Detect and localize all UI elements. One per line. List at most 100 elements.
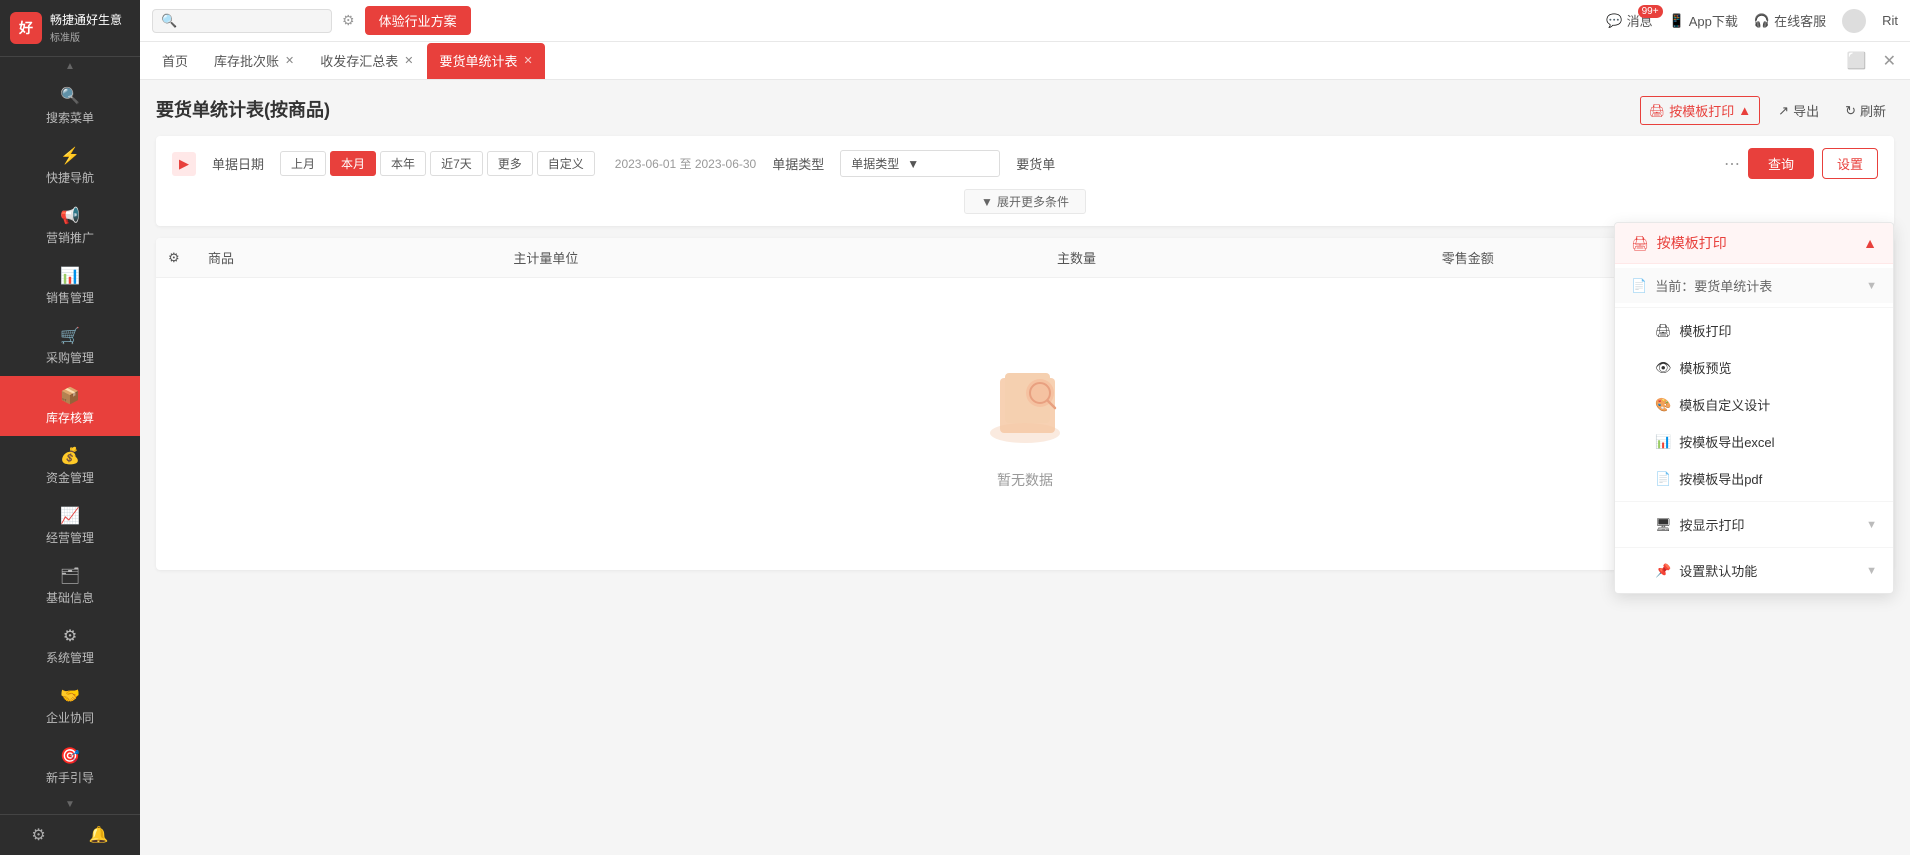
topbar-search-box[interactable]: 🔍	[152, 9, 332, 33]
tab-home[interactable]: 首页	[150, 43, 200, 79]
sidebar-item-guide[interactable]: 🎯 新手引导	[0, 736, 140, 795]
message-icon: 💬	[1606, 13, 1622, 29]
tab-collection-summary[interactable]: 收发存汇总表 ✕	[308, 43, 425, 79]
finance-icon: 💰	[60, 446, 80, 466]
display-print-label: 按显示打印	[1680, 515, 1745, 534]
tab-collection-summary-label: 收发存汇总表	[320, 51, 398, 70]
template-print-icon: 🖨	[1655, 323, 1672, 339]
order-type-chevron: ▼	[907, 157, 919, 171]
date-btn-this-month[interactable]: 本月	[330, 151, 376, 176]
export-excel-left: 📊 按模板导出excel	[1655, 432, 1775, 451]
download-icon: 📱	[1669, 13, 1685, 29]
tab-order-stats[interactable]: 要货单统计表 ✕	[427, 43, 544, 79]
dropdown-current-template[interactable]: 📄 当前：要货单统计表 ▼	[1615, 268, 1893, 303]
dropdown-display-print[interactable]: 🖥 按显示打印 ▼	[1615, 506, 1893, 543]
export-btn[interactable]: ↗ 导出	[1770, 97, 1827, 124]
template-preview-label: 模板预览	[1680, 358, 1732, 377]
date-btn-more[interactable]: 更多	[487, 151, 533, 176]
user-avatar[interactable]	[1842, 9, 1866, 33]
filter-setting-btn[interactable]: 设置	[1822, 148, 1878, 179]
template-print-left: 🖨 模板打印	[1655, 321, 1732, 340]
sound-footer-icon[interactable]: 🔔	[89, 825, 109, 845]
sidebar-item-collab[interactable]: 🤝 企业协同	[0, 676, 140, 736]
col-settings-gear-icon[interactable]: ⚙	[168, 250, 180, 265]
topbar-search-input[interactable]	[182, 14, 302, 28]
sidebar-item-label-quicknav: 快捷导航	[46, 169, 94, 186]
printer-icon: 🖨	[1649, 103, 1666, 119]
template-preview-icon: 👁	[1655, 360, 1672, 376]
tab-bar: 首页 库存批次账 ✕ 收发存汇总表 ✕ 要货单统计表 ✕ ⬜ ✕	[140, 42, 1910, 80]
sidebar-item-purchase[interactable]: 🛒 采购管理	[0, 316, 140, 376]
sidebar-item-marketing[interactable]: 📢 营销推广	[0, 196, 140, 256]
dropdown-template-design[interactable]: 🎨 模板自定义设计	[1615, 386, 1893, 423]
main-content: 🔍 ⚙ 体验行业方案 💬 消息 99+ 📱 App下载 🎧 在线客服 Rit	[140, 0, 1910, 855]
tab-collection-summary-close[interactable]: ✕	[404, 54, 413, 67]
sales-icon: 📊	[60, 266, 80, 286]
purchase-icon: 🛒	[60, 326, 80, 346]
quick-nav-icon: ⚡	[60, 146, 80, 166]
collab-icon: 🤝	[60, 686, 80, 706]
online-service-btn[interactable]: 🎧 在线客服	[1754, 11, 1826, 30]
dropdown-export-pdf[interactable]: 📄 按模板导出pdf	[1615, 460, 1893, 497]
app-download-btn[interactable]: 📱 App下载	[1669, 11, 1738, 30]
tab-maximize-btn[interactable]: ⬜	[1843, 51, 1871, 71]
expand-row: ▼ 展开更多条件	[172, 189, 1878, 214]
empty-state-icon	[975, 358, 1075, 458]
sidebar-item-basic[interactable]: 🗂 基础信息	[0, 556, 140, 616]
display-print-chevron: ▼	[1866, 519, 1877, 531]
col-settings: ⚙	[156, 238, 196, 278]
date-btn-custom[interactable]: 自定义	[537, 151, 595, 176]
dropdown-collapse-icon[interactable]: ▲	[1863, 235, 1877, 251]
date-btn-7days[interactable]: 近7天	[430, 151, 483, 176]
app-logo-text: 畅捷通好生意 标准版	[50, 12, 122, 44]
refresh-btn[interactable]: ↻ 刷新	[1837, 97, 1894, 124]
operations-icon: 📈	[60, 506, 80, 526]
topbar-gear-icon[interactable]: ⚙	[342, 12, 355, 29]
dropdown-template-preview[interactable]: 👁 模板预览	[1615, 349, 1893, 386]
expand-more-btn[interactable]: ▼ 展开更多条件	[964, 189, 1086, 214]
inventory-icon: 📦	[60, 386, 80, 406]
sidebar-item-quicknav[interactable]: ⚡ 快捷导航	[0, 136, 140, 196]
date-btn-last-month[interactable]: 上月	[280, 151, 326, 176]
order-type-value: 单据类型	[851, 155, 899, 172]
tab-inventory-batch[interactable]: 库存批次账 ✕	[202, 43, 306, 79]
date-filter-label: 单据日期	[212, 154, 264, 173]
settings-footer-icon[interactable]: ⚙	[31, 825, 45, 845]
order-type-select[interactable]: 单据类型 ▼	[840, 150, 1000, 177]
sidebar-item-system[interactable]: ⚙ 系统管理	[0, 616, 140, 676]
dropdown-printer-icon: 🖨	[1631, 235, 1649, 252]
tab-order-stats-label: 要货单统计表	[439, 51, 517, 70]
export-excel-label: 按模板导出excel	[1679, 432, 1774, 451]
dropdown-header: 🖨 按模板打印 ▲	[1615, 223, 1893, 264]
date-buttons: 上月 本月 本年 近7天 更多 自定义	[280, 151, 595, 176]
display-print-icon: 🖥	[1655, 517, 1672, 533]
scroll-down-arrow[interactable]: ▼	[0, 795, 140, 814]
scroll-up-arrow[interactable]: ▲	[0, 57, 140, 76]
tab-controls: ⬜ ✕	[1843, 51, 1900, 71]
refresh-icon: ↻	[1845, 103, 1856, 119]
dropdown-export-excel[interactable]: 📊 按模板导出excel	[1615, 423, 1893, 460]
dropdown-default-func[interactable]: 📌 设置默认功能 ▼	[1615, 552, 1893, 589]
page-actions: 🖨 按模板打印 ▲ ↗ 导出 ↻ 刷新	[1640, 96, 1894, 125]
more-options-icon[interactable]: ⋯	[1724, 154, 1740, 174]
filter-card: ▶ 单据日期 上月 本月 本年 近7天 更多 自定义 2023-06-01 至 …	[156, 136, 1894, 226]
sidebar-item-inventory[interactable]: 📦 库存核算	[0, 376, 140, 436]
sidebar-item-sales[interactable]: 📊 销售管理	[0, 256, 140, 316]
dropdown-template-print[interactable]: 🖨 模板打印	[1615, 312, 1893, 349]
date-btn-this-year[interactable]: 本年	[380, 151, 426, 176]
tab-inventory-batch-close[interactable]: ✕	[285, 54, 294, 67]
export-pdf-label: 按模板导出pdf	[1679, 469, 1762, 488]
sidebar-item-operations[interactable]: 📈 经营管理	[0, 496, 140, 556]
filter-row-1: ▶ 单据日期 上月 本月 本年 近7天 更多 自定义 2023-06-01 至 …	[172, 148, 1878, 179]
tab-order-stats-close[interactable]: ✕	[524, 54, 533, 67]
query-btn[interactable]: 查询	[1748, 148, 1814, 179]
tab-close-btn[interactable]: ✕	[1879, 51, 1900, 71]
messages-btn[interactable]: 💬 消息 99+	[1606, 11, 1652, 30]
tab-home-label: 首页	[162, 51, 188, 70]
trial-btn[interactable]: 体验行业方案	[365, 6, 471, 35]
sidebar-item-search[interactable]: 🔍 搜索菜单	[0, 76, 140, 136]
print-btn[interactable]: 🖨 按模板打印 ▲	[1640, 96, 1760, 125]
dropdown-current-label: 当前：要货单统计表	[1655, 276, 1772, 295]
sidebar-item-finance[interactable]: 💰 资金管理	[0, 436, 140, 496]
filter-expand-icon[interactable]: ▶	[172, 152, 196, 176]
